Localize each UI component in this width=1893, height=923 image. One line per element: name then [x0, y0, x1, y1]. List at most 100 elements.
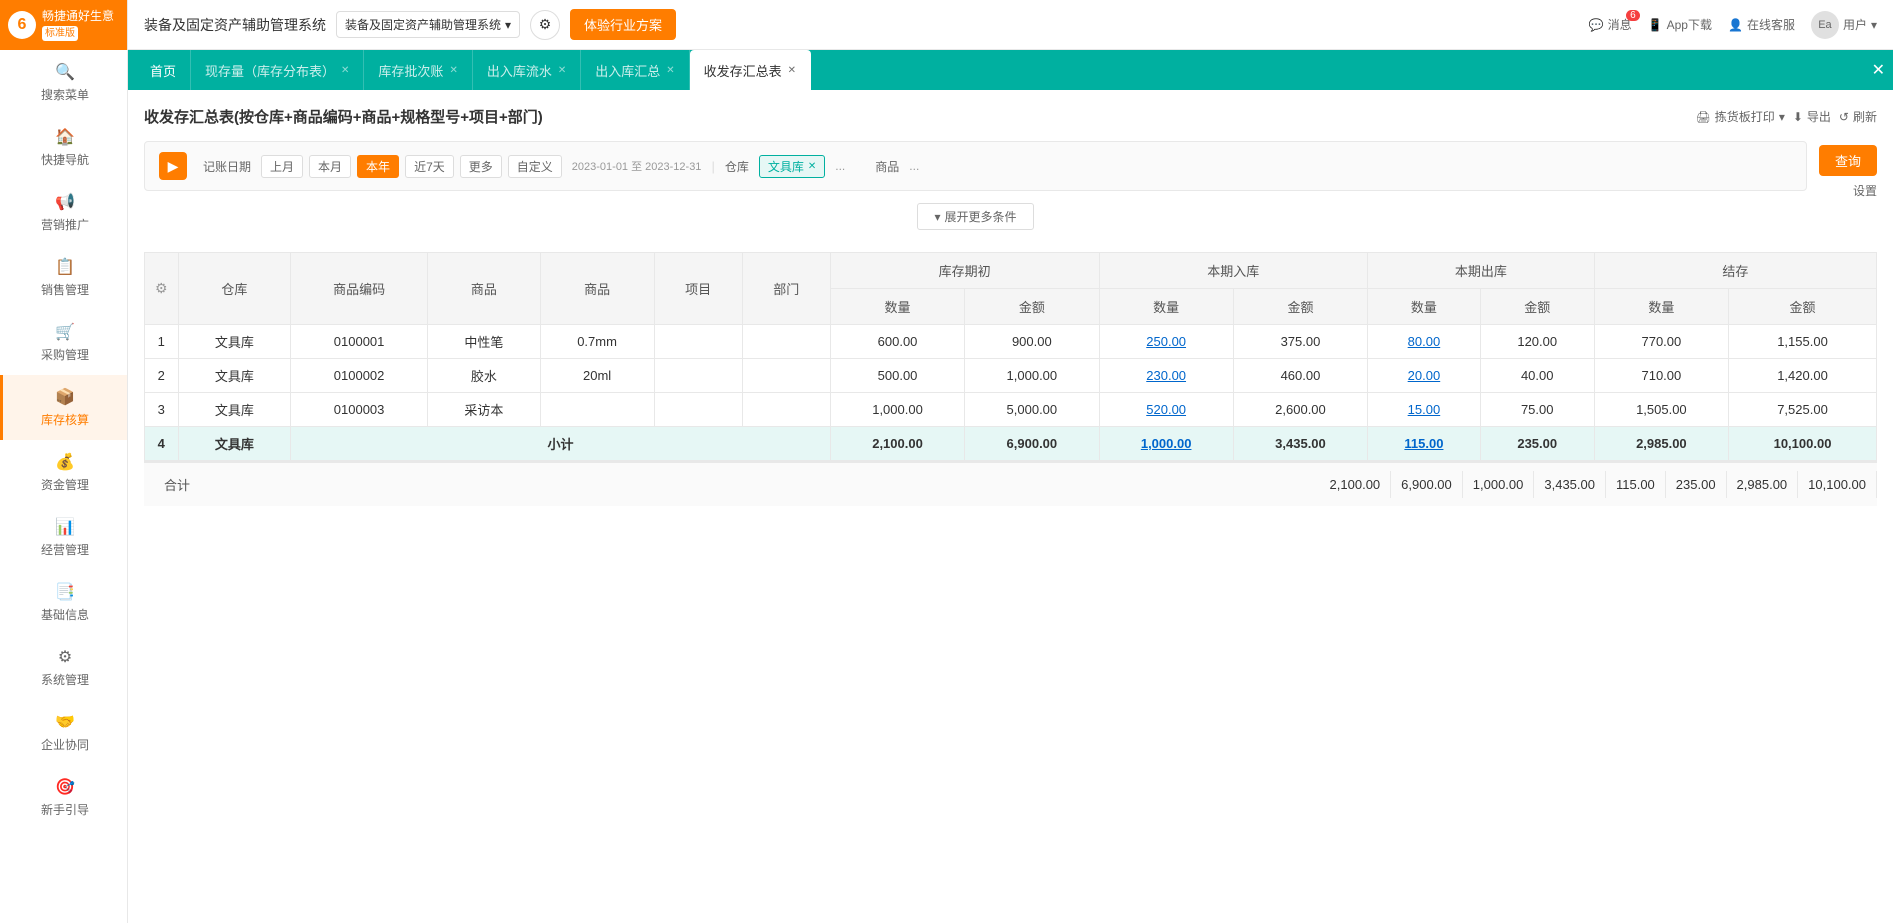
- warehouse-tag-close[interactable]: ✕: [808, 161, 816, 172]
- cell-out-qty[interactable]: 15.00: [1368, 393, 1481, 427]
- top-bar-right: 💬 消息 6 📱 App下载 👤 在线客服 Ea 用户 ▾: [1589, 11, 1877, 39]
- sidebar-item-label: 基础信息: [41, 606, 89, 623]
- cell-in-amt: 2,600.00: [1233, 393, 1367, 427]
- print-btn[interactable]: 🖨 拣货板打印 ▾: [1696, 108, 1785, 125]
- sidebar-item-newbie[interactable]: 🎯 新手引导: [0, 765, 127, 830]
- date-custom[interactable]: 自定义: [508, 155, 562, 178]
- cell-dept: [742, 359, 830, 393]
- goods-more[interactable]: ...: [909, 159, 919, 173]
- cell-goods-name: 中性笔: [428, 325, 541, 359]
- cell-out-qty[interactable]: 80.00: [1368, 325, 1481, 359]
- marketing-icon: 📢: [55, 192, 75, 212]
- quick-nav-icon: 🏠: [55, 127, 75, 147]
- sidebar-item-label: 搜索菜单: [41, 86, 89, 103]
- system-selector[interactable]: 装备及固定资产辅助管理系统 ▾: [336, 11, 520, 38]
- tab-close-batch[interactable]: ✕: [449, 65, 457, 76]
- tab-inout-summary[interactable]: 出入库汇总✕: [581, 50, 689, 90]
- cell-open-qty: 1,000.00: [830, 393, 964, 427]
- sidebar-item-search[interactable]: 🔍 搜索菜单: [0, 50, 127, 115]
- filter-toggle-btn[interactable]: ▶: [159, 152, 187, 180]
- filter-bar: ▶ 记账日期 上月 本月 本年 近7天 更多 自定义: [144, 141, 1807, 191]
- trial-button[interactable]: 体验行业方案: [570, 9, 676, 40]
- cell-in-qty[interactable]: 520.00: [1099, 393, 1233, 427]
- cell-goods-name: 胶水: [428, 359, 541, 393]
- th-in-qty: 数量: [1099, 289, 1233, 325]
- refresh-btn[interactable]: ↺ 刷新: [1839, 108, 1877, 125]
- subtotal-warehouse: 文具库: [178, 427, 291, 461]
- data-table: ⚙ 仓库 商品编码 商品 商品 项目 部门 库存期初 本期入库 本期出库 结存: [144, 252, 1877, 461]
- th-open-amt: 金额: [965, 289, 1099, 325]
- date-7days[interactable]: 近7天: [405, 155, 454, 178]
- th-goods-code: 商品编码: [291, 253, 428, 325]
- expand-btn[interactable]: ▾ 展开更多条件: [917, 203, 1033, 230]
- settings-btn[interactable]: ⚙: [530, 10, 560, 40]
- subtotal-row: 4 文具库 小计 2,100.00 6,900.00 1,000.00 3,43…: [145, 427, 1877, 461]
- date-prev-month[interactable]: 上月: [261, 155, 303, 178]
- tab-close-receive-summary[interactable]: ✕: [788, 65, 796, 76]
- app-download-item[interactable]: 📱 App下载: [1648, 16, 1712, 33]
- tab-label-receive-summary: 收发存汇总表: [704, 61, 782, 80]
- tab-bar-close[interactable]: ✕: [1872, 60, 1885, 80]
- messages-item[interactable]: 💬 消息 6: [1589, 16, 1632, 33]
- top-bar: 装备及固定资产辅助管理系统 装备及固定资产辅助管理系统 ▾ ⚙ 体验行业方案 💬…: [128, 0, 1893, 50]
- tab-close-inout-summary[interactable]: ✕: [666, 65, 674, 76]
- cell-in-qty[interactable]: 230.00: [1099, 359, 1233, 393]
- filter-area: ▶ 记账日期 上月 本月 本年 近7天 更多 自定义: [144, 141, 1877, 242]
- cell-no: 2: [145, 359, 179, 393]
- logo-text: 畅捷通好生意 标准版: [42, 9, 114, 42]
- warehouse-tag[interactable]: 文具库 ✕: [759, 155, 825, 178]
- query-button[interactable]: 查询: [1819, 145, 1877, 176]
- footer-out-amt: 235.00: [1666, 471, 1727, 498]
- cell-out-qty[interactable]: 20.00: [1368, 359, 1481, 393]
- expand-row: ▾ 展开更多条件: [144, 203, 1807, 230]
- search-icon: 🔍: [55, 62, 75, 82]
- tab-label-stock: 现存量（库存分布表）: [205, 61, 335, 80]
- page-title-bar: 收发存汇总表(按仓库+商品编码+商品+规格型号+项目+部门) 🖨 拣货板打印 ▾…: [144, 106, 1877, 127]
- date-cur-month[interactable]: 本月: [309, 155, 351, 178]
- inventory-icon: 📦: [55, 387, 75, 407]
- table-row: 2 文具库 0100002 胶水 20ml 500.00 1,000.00 23…: [145, 359, 1877, 393]
- cell-goods-code: 0100001: [291, 325, 428, 359]
- sidebar-item-label: 新手引导: [41, 801, 89, 818]
- th-warehouse: 仓库: [178, 253, 291, 325]
- warehouse-more[interactable]: ...: [835, 159, 845, 173]
- cell-close-amt: 1,155.00: [1729, 325, 1877, 359]
- tab-close-stock[interactable]: ✕: [341, 65, 349, 76]
- cell-in-qty[interactable]: 250.00: [1099, 325, 1233, 359]
- tab-inout-flow[interactable]: 出入库流水✕: [473, 50, 581, 90]
- sidebar-item-system[interactable]: ⚙ 系统管理: [0, 635, 127, 700]
- sidebar-item-quick-nav[interactable]: 🏠 快捷导航: [0, 115, 127, 180]
- sidebar-item-corp[interactable]: 🤝 企业协同: [0, 700, 127, 765]
- tab-home[interactable]: 首页: [136, 50, 191, 90]
- system-name: 装备及固定资产辅助管理系统: [144, 15, 326, 35]
- cell-goods-spec: 0.7mm: [540, 325, 654, 359]
- date-more[interactable]: 更多: [460, 155, 502, 178]
- th-out-qty: 数量: [1368, 289, 1481, 325]
- newbie-icon: 🎯: [55, 777, 75, 797]
- sidebar-item-inventory[interactable]: 📦 库存核算: [0, 375, 127, 440]
- sidebar-item-sales[interactable]: 📋 销售管理: [0, 245, 127, 310]
- goods-label: 商品: [875, 158, 899, 175]
- sidebar-item-purchase[interactable]: 🛒 采购管理: [0, 310, 127, 375]
- tab-receive-summary[interactable]: 收发存汇总表 ✕: [690, 50, 811, 90]
- sidebar-item-finance[interactable]: 💰 资金管理: [0, 440, 127, 505]
- tab-batch[interactable]: 库存批次账 ✕: [364, 50, 472, 90]
- corp-icon: 🤝: [55, 712, 75, 732]
- online-service-item[interactable]: 👤 在线客服: [1728, 16, 1795, 33]
- sidebar-item-marketing[interactable]: 📢 营销推广: [0, 180, 127, 245]
- page-actions: 🖨 拣货板打印 ▾ ⬇ 导出 ↺ 刷新: [1696, 108, 1877, 125]
- user-item[interactable]: Ea 用户 ▾: [1811, 11, 1877, 39]
- settings-link[interactable]: 设置: [1853, 182, 1877, 199]
- export-btn[interactable]: ⬇ 导出: [1793, 108, 1831, 125]
- tab-stock[interactable]: 现存量（库存分布表） ✕: [191, 50, 364, 90]
- tab-label-batch: 库存批次账: [378, 61, 443, 80]
- page-inner: 收发存汇总表(按仓库+商品编码+商品+规格型号+项目+部门) 🖨 拣货板打印 ▾…: [128, 90, 1893, 923]
- th-goods-spec: 商品: [540, 253, 654, 325]
- sidebar-item-basic[interactable]: 📑 基础信息: [0, 570, 127, 635]
- sidebar-item-operations[interactable]: 📊 经营管理: [0, 505, 127, 570]
- footer-in-qty: 1,000.00: [1463, 471, 1535, 498]
- sidebar-item-label: 企业协同: [41, 736, 89, 753]
- gear-icon[interactable]: ⚙: [155, 280, 168, 296]
- date-cur-year[interactable]: 本年: [357, 155, 399, 178]
- tab-close-inout-flow[interactable]: ✕: [558, 65, 566, 76]
